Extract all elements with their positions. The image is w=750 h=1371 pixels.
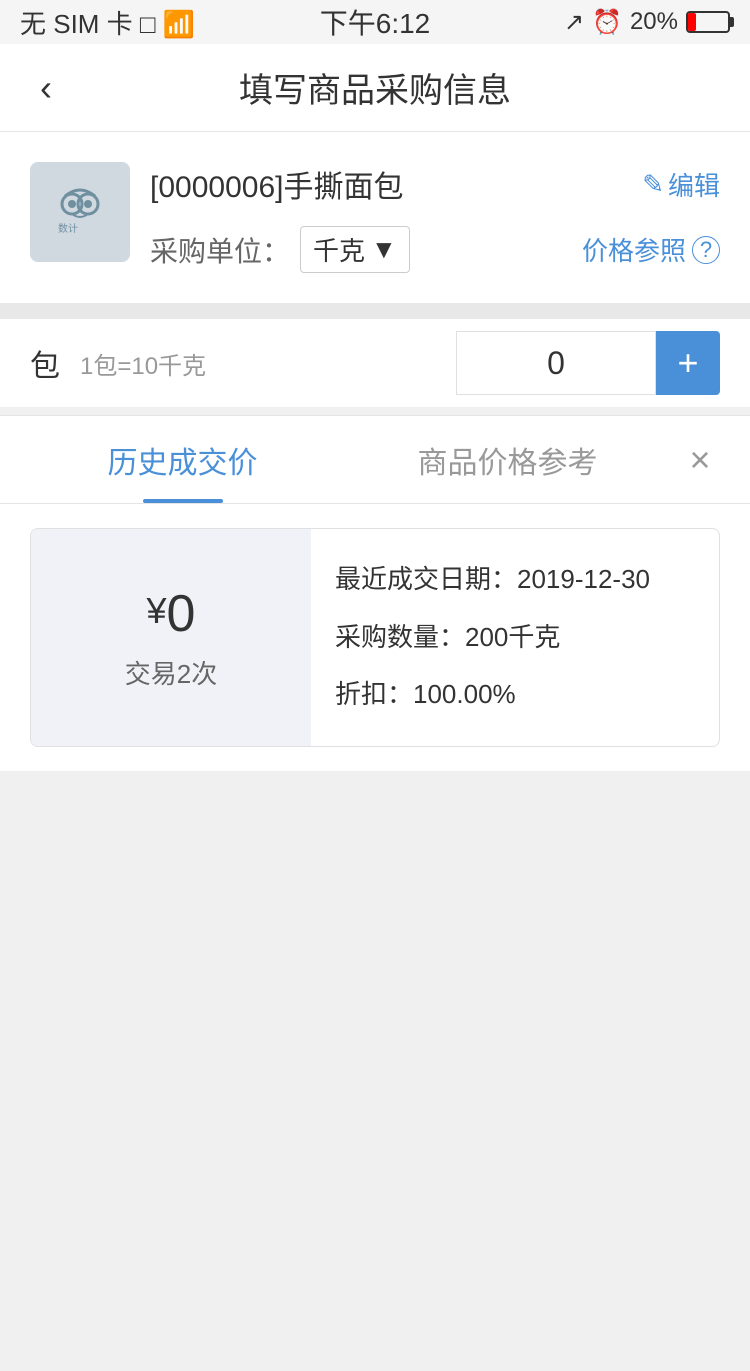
back-button[interactable]: ‹ [30,57,62,119]
qty-row: 采购数量：200千克 [335,617,695,659]
page-header: ‹ 填写商品采购信息 [0,44,750,132]
location-icon: ↗ [564,8,584,37]
discount-row: 折扣：100.00% [335,674,695,716]
product-thumb-icon: 数计 [50,176,110,248]
price-amount: ¥0 [147,584,196,644]
product-unit-row: 采购单位： 千克 ▼ 价格参照 ? [150,226,720,273]
tab-price-reference[interactable]: 商品价格参考 [345,416,670,503]
quantity-section: 包 1包=10千克 0 + [0,319,750,407]
qty-unit-label: 包 [30,341,60,385]
qty-controls: 0 + [456,331,720,395]
battery-percent: 20% [630,8,678,36]
status-signal: 无 SIM 卡 □ 📶 [20,4,195,41]
battery-icon [686,11,730,33]
qty-hint: 1包=10千克 [80,346,206,381]
product-name: [0000006]手撕面包 [150,162,403,206]
qty-value: 0 [547,345,565,382]
price-card: ¥0 交易2次 最近成交日期：2019-12-30 采购数量：200千克 折扣：… [30,528,720,747]
status-bar: 无 SIM 卡 □ 📶 下午6:12 ↗ ⏰ 20% [0,0,750,44]
status-right: ↗ ⏰ 20% [564,8,730,37]
product-section: 数计 [0000006]手撕面包 ✎ 编辑 采购单位： 千克 ▼ [0,132,750,303]
main-content-bg [0,771,750,1371]
tab-bar: 历史成交价 商品价格参考 × [0,416,750,504]
product-info: [0000006]手撕面包 ✎ 编辑 采购单位： 千克 ▼ 价格参照 ? [150,162,720,273]
product-thumbnail: 数计 [30,162,130,262]
edit-icon: ✎ [642,169,664,200]
price-card-right: 最近成交日期：2019-12-30 采购数量：200千克 折扣：100.00% [311,529,719,746]
unit-label: 采购单位： [150,230,290,270]
unit-select[interactable]: 千克 ▼ [300,226,410,273]
latest-date-row: 最近成交日期：2019-12-30 [335,559,695,601]
qty-input[interactable]: 0 [456,331,656,395]
qty-plus-button[interactable]: + [656,331,720,395]
page-title: 填写商品采购信息 [239,63,511,112]
price-card-left: ¥0 交易2次 [31,529,311,746]
help-icon: ? [692,236,720,264]
alarm-icon: ⏰ [592,8,622,37]
unit-selector-group: 采购单位： 千克 ▼ [150,226,410,273]
currency-symbol: ¥ [147,590,167,631]
gray-divider [0,303,750,319]
tab-close-button[interactable]: × [670,430,730,490]
price-ref-button[interactable]: 价格参照 ? [582,231,720,268]
price-trades: 交易2次 [125,654,217,691]
svg-text:数计: 数计 [58,222,78,235]
status-time: 下午6:12 [320,2,431,42]
edit-button[interactable]: ✎ 编辑 [642,166,720,203]
product-info-header: [0000006]手撕面包 ✎ 编辑 [150,162,720,206]
dropdown-icon: ▼ [371,234,397,265]
product-row: 数计 [0000006]手撕面包 ✎ 编辑 采购单位： 千克 ▼ [30,162,720,273]
tab-section: 历史成交价 商品价格参考 × ¥0 交易2次 最近成交日期：2019-12-30… [0,415,750,771]
tab-history-price[interactable]: 历史成交价 [20,416,345,503]
price-card-container: ¥0 交易2次 最近成交日期：2019-12-30 采购数量：200千克 折扣：… [0,504,750,771]
